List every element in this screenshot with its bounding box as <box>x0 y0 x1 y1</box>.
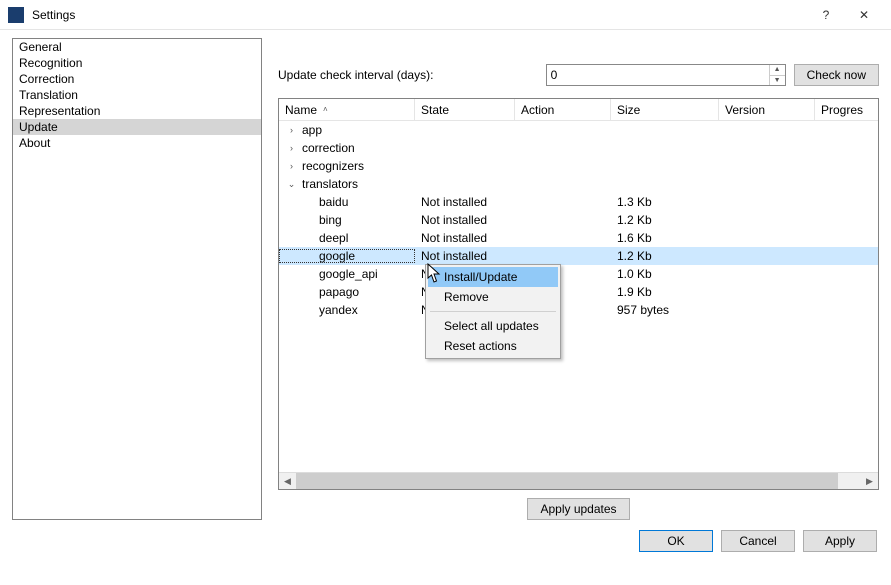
titlebar: Settings ? ✕ <box>0 0 891 30</box>
close-button[interactable]: ✕ <box>845 0 883 30</box>
sidebar-item-about[interactable]: About <box>13 135 261 151</box>
apply-button[interactable]: Apply <box>803 530 877 552</box>
cancel-button[interactable]: Cancel <box>721 530 795 552</box>
tree-item[interactable]: google_api Not installed 1.0 Kb <box>279 265 878 283</box>
apply-updates-row: Apply updates <box>278 498 879 520</box>
menu-install-update[interactable]: Install/Update <box>428 267 558 287</box>
scroll-thumb[interactable] <box>296 473 838 489</box>
check-now-button[interactable]: Check now <box>794 64 879 86</box>
collapse-icon[interactable]: ⌄ <box>287 179 296 190</box>
tree-item[interactable]: papago Not installed 1.9 Kb <box>279 283 878 301</box>
col-version[interactable]: Version <box>719 99 815 120</box>
sidebar[interactable]: General Recognition Correction Translati… <box>12 38 262 520</box>
help-button[interactable]: ? <box>807 0 845 30</box>
dialog-footer: OK Cancel Apply <box>0 520 891 552</box>
content: General Recognition Correction Translati… <box>0 30 891 520</box>
sidebar-item-recognition[interactable]: Recognition <box>13 55 261 71</box>
col-state[interactable]: State <box>415 99 515 120</box>
menu-select-all-updates[interactable]: Select all updates <box>428 316 558 336</box>
spin-buttons: ▲ ▼ <box>769 65 785 85</box>
sidebar-item-representation[interactable]: Representation <box>13 103 261 119</box>
expand-icon[interactable]: › <box>287 143 296 153</box>
tree-group[interactable]: ›correction <box>279 139 878 157</box>
tree-item[interactable]: bing Not installed 1.2 Kb <box>279 211 878 229</box>
expand-icon[interactable]: › <box>287 161 296 171</box>
main-panel: Update check interval (days): ▲ ▼ Check … <box>278 38 879 520</box>
tree-group[interactable]: ›recognizers <box>279 157 878 175</box>
tree-group[interactable]: ›app <box>279 121 878 139</box>
col-name[interactable]: Name˄ <box>279 99 415 120</box>
sidebar-item-update[interactable]: Update <box>13 119 261 135</box>
tree-item[interactable]: yandex Not installed 957 bytes <box>279 301 878 319</box>
interval-row: Update check interval (days): ▲ ▼ Check … <box>278 64 879 86</box>
interval-input[interactable] <box>547 65 769 85</box>
col-action[interactable]: Action <box>515 99 611 120</box>
tree-body[interactable]: ›app ›correction ›recognizers ⌄translato… <box>279 121 878 472</box>
ok-button[interactable]: OK <box>639 530 713 552</box>
sidebar-item-correction[interactable]: Correction <box>13 71 261 87</box>
tree-group[interactable]: ⌄translators <box>279 175 878 193</box>
tree-item[interactable]: deepl Not installed 1.6 Kb <box>279 229 878 247</box>
tree-item-selected[interactable]: google Not installed 1.2 Kb <box>279 247 878 265</box>
scroll-left-icon[interactable]: ◀ <box>279 473 296 490</box>
apply-updates-button[interactable]: Apply updates <box>527 498 629 520</box>
interval-spinbox[interactable]: ▲ ▼ <box>546 64 786 86</box>
col-progress[interactable]: Progres <box>815 99 878 120</box>
app-icon <box>8 7 24 23</box>
spin-down[interactable]: ▼ <box>770 76 785 86</box>
interval-label: Update check interval (days): <box>278 68 433 82</box>
sort-indicator-icon: ˄ <box>323 105 328 114</box>
scroll-track[interactable] <box>296 473 861 489</box>
scroll-right-icon[interactable]: ▶ <box>861 473 878 490</box>
tree-item[interactable]: baidu Not installed 1.3 Kb <box>279 193 878 211</box>
menu-separator <box>430 311 556 312</box>
menu-reset-actions[interactable]: Reset actions <box>428 336 558 356</box>
sidebar-item-general[interactable]: General <box>13 39 261 55</box>
horizontal-scrollbar[interactable]: ◀ ▶ <box>279 472 878 489</box>
sidebar-item-translation[interactable]: Translation <box>13 87 261 103</box>
context-menu: Install/Update Remove Select all updates… <box>425 264 561 359</box>
spin-up[interactable]: ▲ <box>770 65 785 76</box>
updates-tree: Name˄ State Action Size Version Progres … <box>278 98 879 490</box>
expand-icon[interactable]: › <box>287 125 296 135</box>
window-title: Settings <box>32 8 807 22</box>
menu-remove[interactable]: Remove <box>428 287 558 307</box>
tree-header: Name˄ State Action Size Version Progres <box>279 99 878 121</box>
col-size[interactable]: Size <box>611 99 719 120</box>
